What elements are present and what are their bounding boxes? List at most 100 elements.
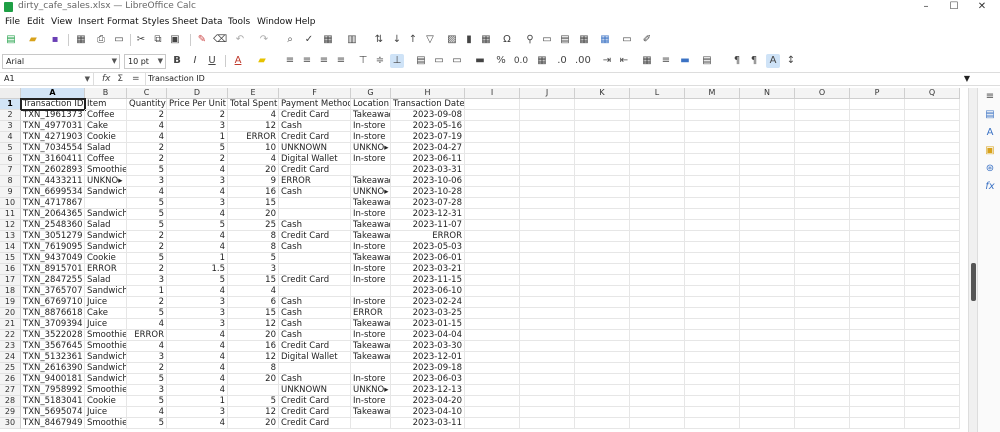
font-color-button[interactable]: A bbox=[231, 54, 245, 68]
align-bottom-icon[interactable]: ⊥ bbox=[390, 54, 404, 68]
cell-d19[interactable]: 3 bbox=[167, 297, 228, 308]
cell-a10[interactable]: TXN_4717867 bbox=[21, 198, 85, 209]
cell-h4[interactable]: 2023-07-19 bbox=[391, 132, 465, 143]
cell-e12[interactable]: 25 bbox=[228, 220, 279, 231]
cell-i13[interactable] bbox=[465, 231, 520, 242]
cell-e15[interactable]: 5 bbox=[228, 253, 279, 264]
cell-m10[interactable] bbox=[685, 198, 740, 209]
cell-l9[interactable] bbox=[630, 187, 685, 198]
cell-b12[interactable]: Salad bbox=[85, 220, 127, 231]
cell-d15[interactable]: 1 bbox=[167, 253, 228, 264]
cell-c29[interactable]: 4 bbox=[127, 407, 167, 418]
cell-e6[interactable]: 4 bbox=[228, 154, 279, 165]
cell-d14[interactable]: 4 bbox=[167, 242, 228, 253]
show-draw-functions-icon[interactable]: ✐ bbox=[640, 33, 654, 47]
cell-q28[interactable] bbox=[905, 396, 960, 407]
cell-o14[interactable] bbox=[795, 242, 850, 253]
cell-c1[interactable]: Quantity bbox=[127, 99, 167, 110]
cell-p14[interactable] bbox=[850, 242, 905, 253]
cell-q12[interactable] bbox=[905, 220, 960, 231]
cell-e10[interactable]: 15 bbox=[228, 198, 279, 209]
cell-e3[interactable]: 12 bbox=[228, 121, 279, 132]
cell-f16[interactable] bbox=[279, 264, 351, 275]
cell-i12[interactable] bbox=[465, 220, 520, 231]
cell-f28[interactable]: Credit Card bbox=[279, 396, 351, 407]
cell-e21[interactable]: 12 bbox=[228, 319, 279, 330]
header-footer-icon[interactable]: ▤ bbox=[558, 33, 572, 47]
cell-f2[interactable]: Credit Card bbox=[279, 110, 351, 121]
cell-g2[interactable]: Takeawa▸ bbox=[351, 110, 391, 121]
cell-g25[interactable] bbox=[351, 363, 391, 374]
cell-j21[interactable] bbox=[520, 319, 575, 330]
row-header[interactable]: 22 bbox=[0, 330, 21, 341]
cell-i6[interactable] bbox=[465, 154, 520, 165]
cell-m12[interactable] bbox=[685, 220, 740, 231]
cell-p5[interactable] bbox=[850, 143, 905, 154]
text-direction-rtl-icon[interactable]: ¶ bbox=[747, 54, 761, 68]
cell-k28[interactable] bbox=[575, 396, 630, 407]
row-header[interactable]: 3 bbox=[0, 121, 21, 132]
cell-d16[interactable]: 1.5 bbox=[167, 264, 228, 275]
cell-a13[interactable]: TXN_3051279 bbox=[21, 231, 85, 242]
cell-b23[interactable]: Smoothie bbox=[85, 341, 127, 352]
cell-k9[interactable] bbox=[575, 187, 630, 198]
vertical-text-icon[interactable]: A bbox=[766, 54, 780, 68]
cell-b8[interactable]: UNKNO▸ bbox=[85, 176, 127, 187]
cell-a1[interactable]: Transaction ID bbox=[20, 98, 86, 111]
cell-d7[interactable]: 4 bbox=[167, 165, 228, 176]
cell-i17[interactable] bbox=[465, 275, 520, 286]
cell-e8[interactable]: 9 bbox=[228, 176, 279, 187]
cell-n20[interactable] bbox=[740, 308, 795, 319]
column-header-n[interactable]: N bbox=[740, 88, 795, 99]
cell-e11[interactable]: 20 bbox=[228, 209, 279, 220]
cell-o23[interactable] bbox=[795, 341, 850, 352]
cell-h17[interactable]: 2023-11-15 bbox=[391, 275, 465, 286]
cell-q7[interactable] bbox=[905, 165, 960, 176]
cell-o22[interactable] bbox=[795, 330, 850, 341]
cell-d3[interactable]: 3 bbox=[167, 121, 228, 132]
cell-i2[interactable] bbox=[465, 110, 520, 121]
cell-o13[interactable] bbox=[795, 231, 850, 242]
cell-k8[interactable] bbox=[575, 176, 630, 187]
cell-i15[interactable] bbox=[465, 253, 520, 264]
cell-n7[interactable] bbox=[740, 165, 795, 176]
cell-c19[interactable]: 2 bbox=[127, 297, 167, 308]
column-header-e[interactable]: E bbox=[228, 88, 279, 99]
cell-k14[interactable] bbox=[575, 242, 630, 253]
cell-c11[interactable]: 5 bbox=[127, 209, 167, 220]
cell-n17[interactable] bbox=[740, 275, 795, 286]
function-wizard-button[interactable]: fx bbox=[102, 74, 111, 84]
cell-a20[interactable]: TXN_8876618 bbox=[21, 308, 85, 319]
cell-f22[interactable]: Cash bbox=[279, 330, 351, 341]
cell-l12[interactable] bbox=[630, 220, 685, 231]
cell-l25[interactable] bbox=[630, 363, 685, 374]
cell-l21[interactable] bbox=[630, 319, 685, 330]
cell-q3[interactable] bbox=[905, 121, 960, 132]
cell-p7[interactable] bbox=[850, 165, 905, 176]
copy-icon[interactable]: ⧉ bbox=[151, 33, 165, 47]
cell-a25[interactable]: TXN_2616390 bbox=[21, 363, 85, 374]
cell-a8[interactable]: TXN_4433211 bbox=[21, 176, 85, 187]
cell-d13[interactable]: 4 bbox=[167, 231, 228, 242]
cell-o28[interactable] bbox=[795, 396, 850, 407]
cell-d25[interactable]: 4 bbox=[167, 363, 228, 374]
cell-h8[interactable]: 2023-10-06 bbox=[391, 176, 465, 187]
cell-c25[interactable]: 2 bbox=[127, 363, 167, 374]
cell-p1[interactable] bbox=[850, 99, 905, 110]
cell-m18[interactable] bbox=[685, 286, 740, 297]
cell-g7[interactable] bbox=[351, 165, 391, 176]
cell-n2[interactable] bbox=[740, 110, 795, 121]
cell-o5[interactable] bbox=[795, 143, 850, 154]
cell-o8[interactable] bbox=[795, 176, 850, 187]
conditional-format-icon[interactable]: ▤ bbox=[700, 54, 714, 68]
cell-l6[interactable] bbox=[630, 154, 685, 165]
cell-m13[interactable] bbox=[685, 231, 740, 242]
cell-l16[interactable] bbox=[630, 264, 685, 275]
cell-e14[interactable]: 8 bbox=[228, 242, 279, 253]
cell-g17[interactable]: In-store bbox=[351, 275, 391, 286]
cell-h14[interactable]: 2023-05-03 bbox=[391, 242, 465, 253]
cell-m8[interactable] bbox=[685, 176, 740, 187]
cell-f27[interactable]: UNKNOWN bbox=[279, 385, 351, 396]
cell-m27[interactable] bbox=[685, 385, 740, 396]
cell-a6[interactable]: TXN_3160411 bbox=[21, 154, 85, 165]
